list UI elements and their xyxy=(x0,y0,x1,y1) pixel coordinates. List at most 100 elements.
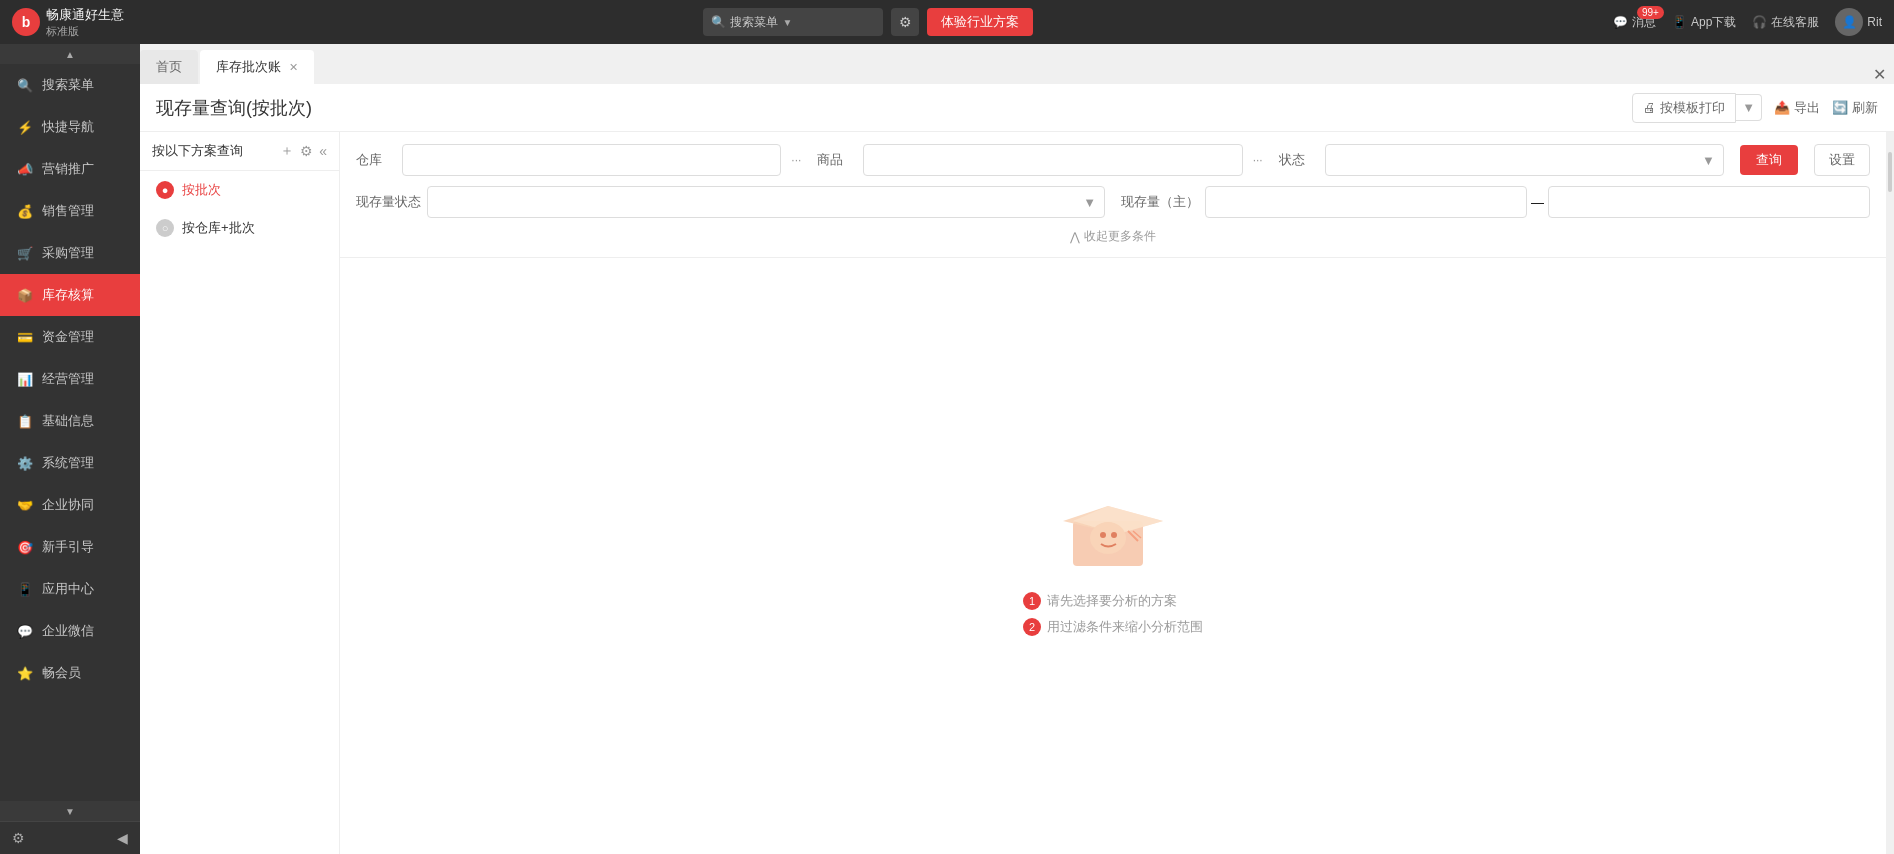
tab-bar: 首页 库存批次账 ✕ ✕ xyxy=(140,44,1894,84)
batch-account-tab-label: 库存批次账 xyxy=(216,58,281,76)
member-icon: ⭐ xyxy=(16,664,34,682)
filter-row-1: 仓库 ··· 商品 ··· 状态 xyxy=(356,144,1870,176)
add-scheme-icon[interactable]: ＋ xyxy=(280,142,294,160)
sidebar-item-label: 搜索菜单 xyxy=(42,76,94,94)
sales-icon: 💰 xyxy=(16,202,34,220)
collapse-more-button[interactable]: ⋀ 收起更多条件 xyxy=(1070,228,1156,245)
tab-bar-close: ✕ xyxy=(1873,65,1894,84)
sidebar-item-label: 经营管理 xyxy=(42,370,94,388)
sidebar-item-search[interactable]: 🔍 搜索菜单 xyxy=(0,64,140,106)
wechat-icon: 💬 xyxy=(16,622,34,640)
main-layout: ▲ 🔍 搜索菜单 ⚡ 快捷导航 📣 营销推广 💰 销售管理 🛒 采购管理 xyxy=(0,44,1894,854)
header-center: 🔍 搜索菜单 ▼ ⚙ 体验行业方案 xyxy=(703,8,1033,36)
sidebar-item-basic[interactable]: 📋 基础信息 xyxy=(0,400,140,442)
search-bar[interactable]: 🔍 搜索菜单 ▼ xyxy=(703,8,883,36)
username: Rit xyxy=(1867,15,1882,29)
scheme-item-batch[interactable]: ● 按批次 xyxy=(140,171,339,209)
std-badge: 标准版 xyxy=(46,24,124,39)
filter-area: 仓库 ··· 商品 ··· 状态 xyxy=(340,132,1886,258)
export-button[interactable]: 📤 导出 xyxy=(1774,99,1820,117)
basic-icon: 📋 xyxy=(16,412,34,430)
template-print-label: 按模板打印 xyxy=(1660,99,1725,117)
avatar: 👤 xyxy=(1835,8,1863,36)
sidebar-item-sales[interactable]: 💰 销售管理 xyxy=(0,190,140,232)
collapse-sidebar-icon[interactable]: ◀ xyxy=(117,830,128,846)
purchase-icon: 🛒 xyxy=(16,244,34,262)
settings-icon[interactable]: ⚙ xyxy=(12,830,25,846)
settings-button[interactable]: 设置 xyxy=(1814,144,1870,176)
sidebar-item-finance[interactable]: 💳 资金管理 xyxy=(0,316,140,358)
message-icon: 💬 xyxy=(1613,15,1628,29)
messages-button[interactable]: 💬 消息 99+ xyxy=(1613,14,1656,31)
system-icon: ⚙️ xyxy=(16,454,34,472)
user-area[interactable]: 👤 Rit xyxy=(1835,8,1882,36)
right-scrollbar[interactable] xyxy=(1886,132,1894,854)
goods-more-icon[interactable]: ··· xyxy=(1253,153,1263,167)
sidebar-scroll-down[interactable]: ▼ xyxy=(0,801,140,821)
right-panel: 仓库 ··· 商品 ··· 状态 xyxy=(340,132,1886,854)
online-service-button[interactable]: 🎧 在线客服 xyxy=(1752,14,1819,31)
sidebar-item-wechat[interactable]: 💬 企业微信 xyxy=(0,610,140,652)
stock-main-min[interactable] xyxy=(1205,186,1527,218)
stock-main-label: 现存量（主） xyxy=(1121,193,1199,211)
page-title: 现存量查询(按批次) xyxy=(156,96,312,120)
sidebar-item-purchase[interactable]: 🛒 采购管理 xyxy=(0,232,140,274)
sidebar-item-marketing[interactable]: 📣 营销推广 xyxy=(0,148,140,190)
sidebar-item-label: 库存核算 xyxy=(42,286,94,304)
top-header: b 畅康通好生意 标准版 🔍 搜索菜单 ▼ ⚙ 体验行业方案 💬 消息 99+ … xyxy=(0,0,1894,44)
new-user-icon: 🎯 xyxy=(16,538,34,556)
app-download-button[interactable]: 📱 App下载 xyxy=(1672,14,1736,31)
sidebar-item-inventory[interactable]: 📦 库存核算 xyxy=(0,274,140,316)
template-print-dropdown[interactable]: ▼ xyxy=(1736,94,1762,121)
warehouse-input[interactable] xyxy=(402,144,781,176)
scrollbar-thumb xyxy=(1888,152,1892,192)
close-page-icon[interactable]: ✕ xyxy=(1873,65,1886,84)
tab-batch-account[interactable]: 库存批次账 ✕ xyxy=(200,50,314,84)
export-icon: 📤 xyxy=(1774,100,1790,115)
warehouse-label: 仓库 xyxy=(356,151,396,169)
sidebar-item-enterprise[interactable]: 🤝 企业协同 xyxy=(0,484,140,526)
content-area: 首页 库存批次账 ✕ ✕ 现存量查询(按批次) 🖨 按模板打印 xyxy=(140,44,1894,854)
trial-button[interactable]: 体验行业方案 xyxy=(927,8,1033,36)
sidebar-item-member[interactable]: ⭐ 畅会员 xyxy=(0,652,140,694)
template-print-button[interactable]: 🖨 按模板打印 xyxy=(1632,93,1736,123)
query-button[interactable]: 查询 xyxy=(1740,145,1798,175)
refresh-button[interactable]: 🔄 刷新 xyxy=(1832,99,1878,117)
logo-area: b 畅康通好生意 标准版 xyxy=(12,6,124,39)
stock-main-max[interactable] xyxy=(1548,186,1870,218)
sidebar-item-label: 新手引导 xyxy=(42,538,94,556)
filter-row-2: 现存量状态 ▼ 现存量（主） — xyxy=(356,186,1870,218)
goods-input[interactable] xyxy=(863,144,1242,176)
sidebar-item-quick-nav[interactable]: ⚡ 快捷导航 xyxy=(0,106,140,148)
sidebar-item-operations[interactable]: 📊 经营管理 xyxy=(0,358,140,400)
sidebar-scroll-up[interactable]: ▲ xyxy=(0,44,140,64)
collapse-panel-icon[interactable]: « xyxy=(319,143,327,159)
warehouse-more-icon[interactable]: ··· xyxy=(791,153,801,167)
scheme-batch-icon: ● xyxy=(156,181,174,199)
online-service-label: 在线客服 xyxy=(1771,14,1819,31)
sidebar-item-new-user[interactable]: 🎯 新手引导 xyxy=(0,526,140,568)
stock-status-dropdown-icon: ▼ xyxy=(1083,195,1096,210)
tab-home[interactable]: 首页 xyxy=(140,50,198,84)
step-1-icon: 1 xyxy=(1023,592,1041,610)
sidebar-item-system[interactable]: ⚙️ 系统管理 xyxy=(0,442,140,484)
template-print-area: 🖨 按模板打印 ▼ xyxy=(1632,93,1762,123)
search-icon: 🔍 xyxy=(711,15,726,29)
app-download-label: App下载 xyxy=(1691,14,1736,31)
empty-hints: 1 请先选择要分析的方案 2 用过滤条件来缩小分析范围 xyxy=(1023,592,1203,636)
refresh-label: 刷新 xyxy=(1852,99,1878,117)
close-tab-icon[interactable]: ✕ xyxy=(289,61,298,74)
svg-point-5 xyxy=(1111,532,1117,538)
operations-icon: 📊 xyxy=(16,370,34,388)
headset-icon: 🎧 xyxy=(1752,15,1767,29)
stock-status-select[interactable]: ▼ xyxy=(427,186,1105,218)
gear-button[interactable]: ⚙ xyxy=(891,8,919,36)
edit-scheme-icon[interactable]: ⚙ xyxy=(300,143,313,159)
status-select[interactable]: ▼ xyxy=(1325,144,1724,176)
scheme-item-warehouse-batch[interactable]: ○ 按仓库+批次 xyxy=(140,209,339,247)
sidebar-item-app-center[interactable]: 📱 应用中心 xyxy=(0,568,140,610)
inventory-icon: 📦 xyxy=(16,286,34,304)
scheme-warehouse-label: 按仓库+批次 xyxy=(182,219,255,237)
enterprise-icon: 🤝 xyxy=(16,496,34,514)
sidebar-item-label: 资金管理 xyxy=(42,328,94,346)
